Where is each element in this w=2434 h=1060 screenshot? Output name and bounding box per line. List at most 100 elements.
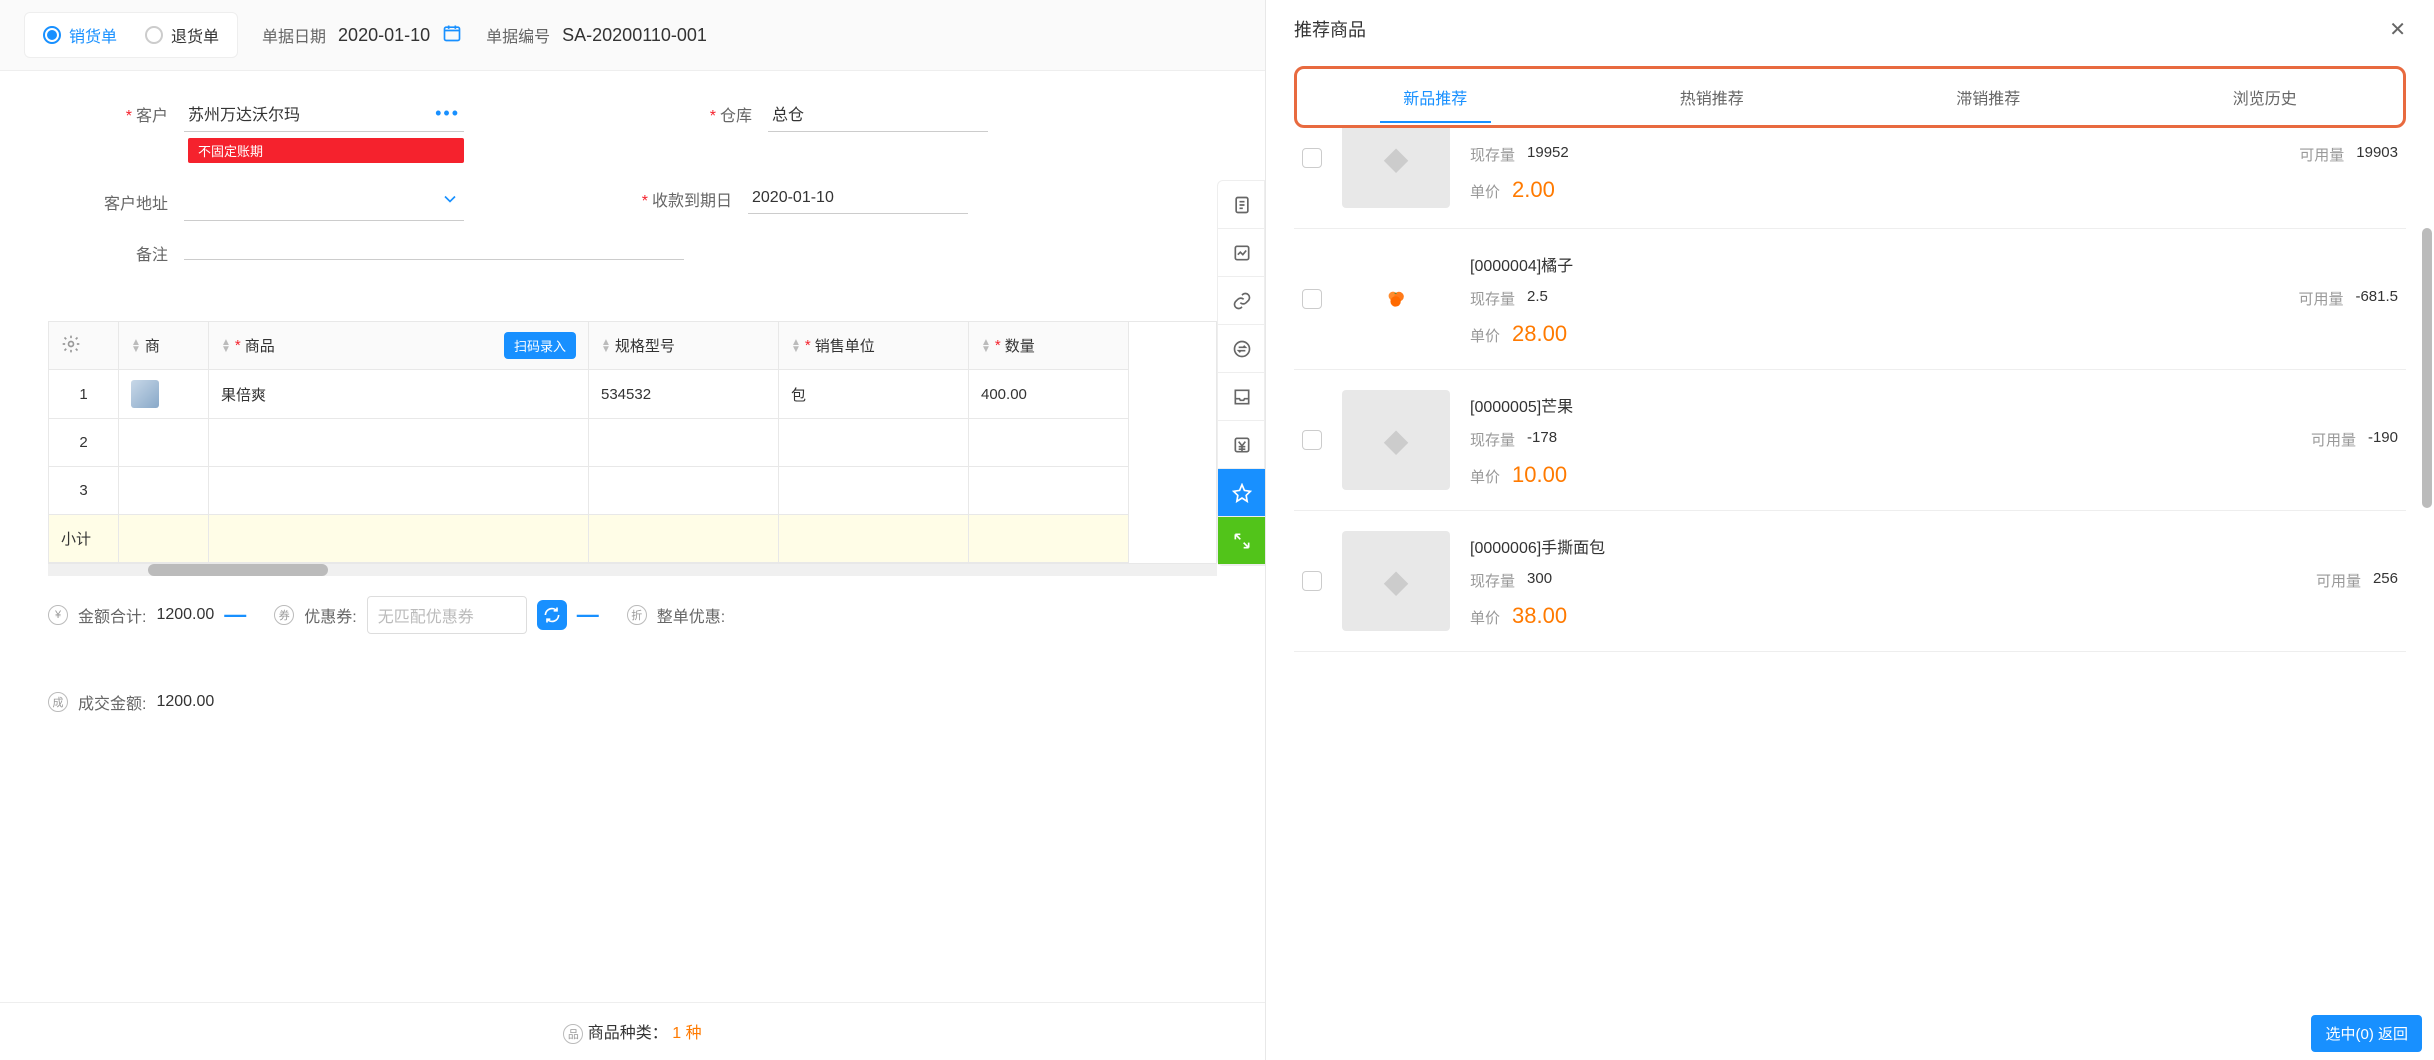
calendar-icon[interactable] [442,23,462,48]
doc-no-field: 单据编号 SA-20200110-001 [486,23,707,47]
more-icon[interactable]: ••• [435,103,460,124]
col-settings[interactable] [49,322,119,370]
recommend-panel: 推荐商品 ✕ 新品推荐 热销推荐 滞销推荐 浏览历史 ◆ 250ml 现存量19… [1265,0,2434,1060]
product-image [1342,249,1450,349]
table-row[interactable]: 3 [49,467,119,515]
recommend-header: 推荐商品 ✕ [1266,0,2434,58]
col-goods-short[interactable]: ▲▼商 [119,322,209,370]
warehouse-value: 总仓 [772,101,804,125]
kind-value: 1 [672,1025,681,1042]
inbox-icon[interactable] [1218,373,1266,421]
remark-input[interactable] [184,247,684,260]
col-qty[interactable]: ▲▼*数量 [969,322,1129,370]
product-checkbox[interactable] [1302,430,1322,450]
currency-icon[interactable] [1218,421,1266,469]
table-cell-qty[interactable]: 400.00 [969,370,1129,419]
recommend-tabs-highlight: 新品推荐 热销推荐 滞销推荐 浏览历史 [1294,66,2406,128]
radio-return-order[interactable]: 退货单 [145,23,219,47]
coupon-label: 优惠券: [304,603,356,627]
refresh-button[interactable] [537,600,567,630]
customer-input[interactable]: 苏州万达沃尔玛 ••• [184,95,464,132]
swap-icon[interactable] [1218,325,1266,373]
radio-sales-label: 销货单 [69,23,117,47]
expand-icon[interactable] [1218,517,1266,565]
warehouse-field: *仓库 总仓 [632,95,988,132]
deal-icon: 成 [48,692,68,712]
recommend-tabs: 新品推荐 热销推荐 滞销推荐 浏览历史 [1297,73,2403,121]
recommend-product-list[interactable]: ◆ 250ml 现存量19952 可用量19903 单价2.00 [000000… [1266,128,2434,1060]
yen-icon: ¥ [48,605,68,625]
customer-value: 苏州万达沃尔玛 [188,101,300,125]
address-input[interactable] [184,183,464,221]
product-thumb-icon [131,380,159,408]
doc-date-value[interactable]: 2020-01-10 [338,25,430,46]
product-checkbox[interactable] [1302,289,1322,309]
chevron-down-icon[interactable] [440,189,460,214]
chart-icon[interactable] [1218,229,1266,277]
table-cell-unit[interactable]: 包 [779,370,969,419]
doc-date-field: 单据日期 2020-01-10 [262,23,462,48]
recommend-footer: 选中(0) 返回 [2311,1015,2422,1052]
recommend-title: 推荐商品 [1294,16,1366,42]
coupon-icon: 券 [274,605,294,625]
horizontal-scrollbar[interactable] [48,564,1217,576]
due-date-input[interactable]: 2020-01-10 [748,183,968,214]
tab-history[interactable]: 浏览历史 [2127,73,2404,121]
kind-label: 商品种类： [588,1025,668,1042]
remark-field: 备注 [48,241,684,265]
warehouse-input[interactable]: 总仓 [768,95,988,132]
sales-order-panel: 销货单 退货单 单据日期 2020-01-10 单据编号 SA-20200110… [0,0,1265,1060]
product-checkbox[interactable] [1302,571,1322,591]
sort-icon: ▲▼ [601,339,611,353]
table-row[interactable]: 1 [49,370,119,419]
col-goods[interactable]: ▲▼*商品扫码录入 [209,322,589,370]
table-cell-name[interactable]: 果倍爽 [209,370,589,419]
tab-slow[interactable]: 滞销推荐 [1850,73,2127,121]
gear-icon [61,334,81,358]
product-name: [0000004]橘子 [1470,252,2398,276]
product-image: ◆ [1342,531,1450,631]
tab-new[interactable]: 新品推荐 [1297,73,1574,121]
address-field: 客户地址 [48,183,464,221]
dash-icon: — [577,602,599,628]
subtotal-label: 小计 [49,515,119,563]
table-row[interactable]: 2 [49,419,119,467]
summary-area: ¥ 金额合计: 1200.00 — 券 优惠券: 无匹配优惠券 — 折 整单优惠… [0,576,1265,734]
close-icon[interactable]: ✕ [2389,17,2406,42]
star-icon[interactable] [1218,469,1266,517]
customer-field: *客户 苏州万达沃尔玛 ••• [48,95,464,132]
top-bar: 销货单 退货单 单据日期 2020-01-10 单据编号 SA-20200110… [0,0,1265,71]
scan-input-button[interactable]: 扫码录入 [504,332,576,359]
radio-return-label: 退货单 [171,23,219,47]
total-label: 金额合计: [78,603,146,627]
product-image: ◆ [1342,390,1450,490]
radio-sales-order[interactable]: 销货单 [43,23,117,47]
vertical-scrollbar[interactable] [2422,228,2432,508]
table-cell-spec[interactable]: 534532 [589,370,779,419]
col-spec[interactable]: ▲▼规格型号 [589,322,779,370]
doc-no-value: SA-20200110-001 [562,25,707,46]
side-toolbar [1217,180,1265,566]
sort-icon: ▲▼ [131,339,141,353]
sort-icon: ▲▼ [221,339,231,353]
bottom-summary-bar: 品 商品种类： 1 种 [0,1002,1265,1060]
coupon-input[interactable]: 无匹配优惠券 [367,596,527,634]
note-icon[interactable] [1218,181,1266,229]
product-image: ◆ [1342,128,1450,208]
tab-hot[interactable]: 热销推荐 [1574,73,1851,121]
dash-icon: — [224,602,246,628]
selected-return-button[interactable]: 选中(0) 返回 [2311,1015,2422,1052]
list-item: [0000004]橘子 现存量2.5 可用量-681.5 单价28.00 [1294,229,2406,370]
col-unit[interactable]: ▲▼*销售单位 [779,322,969,370]
discount-label: 整单优惠: [657,603,725,627]
product-checkbox[interactable] [1302,148,1322,168]
table-cell-thumb[interactable] [119,370,209,419]
list-item: ◆ 250ml 现存量19952 可用量19903 单价2.00 [1294,128,2406,229]
order-type-radio-group: 销货单 退货单 [24,12,238,58]
doc-date-label: 单据日期 [262,23,326,47]
doc-no-label: 单据编号 [486,23,550,47]
sort-icon: ▲▼ [981,339,991,353]
due-date-field: *收款到期日 2020-01-10 [612,183,968,214]
link-icon[interactable] [1218,277,1266,325]
discount-icon: 折 [627,605,647,625]
